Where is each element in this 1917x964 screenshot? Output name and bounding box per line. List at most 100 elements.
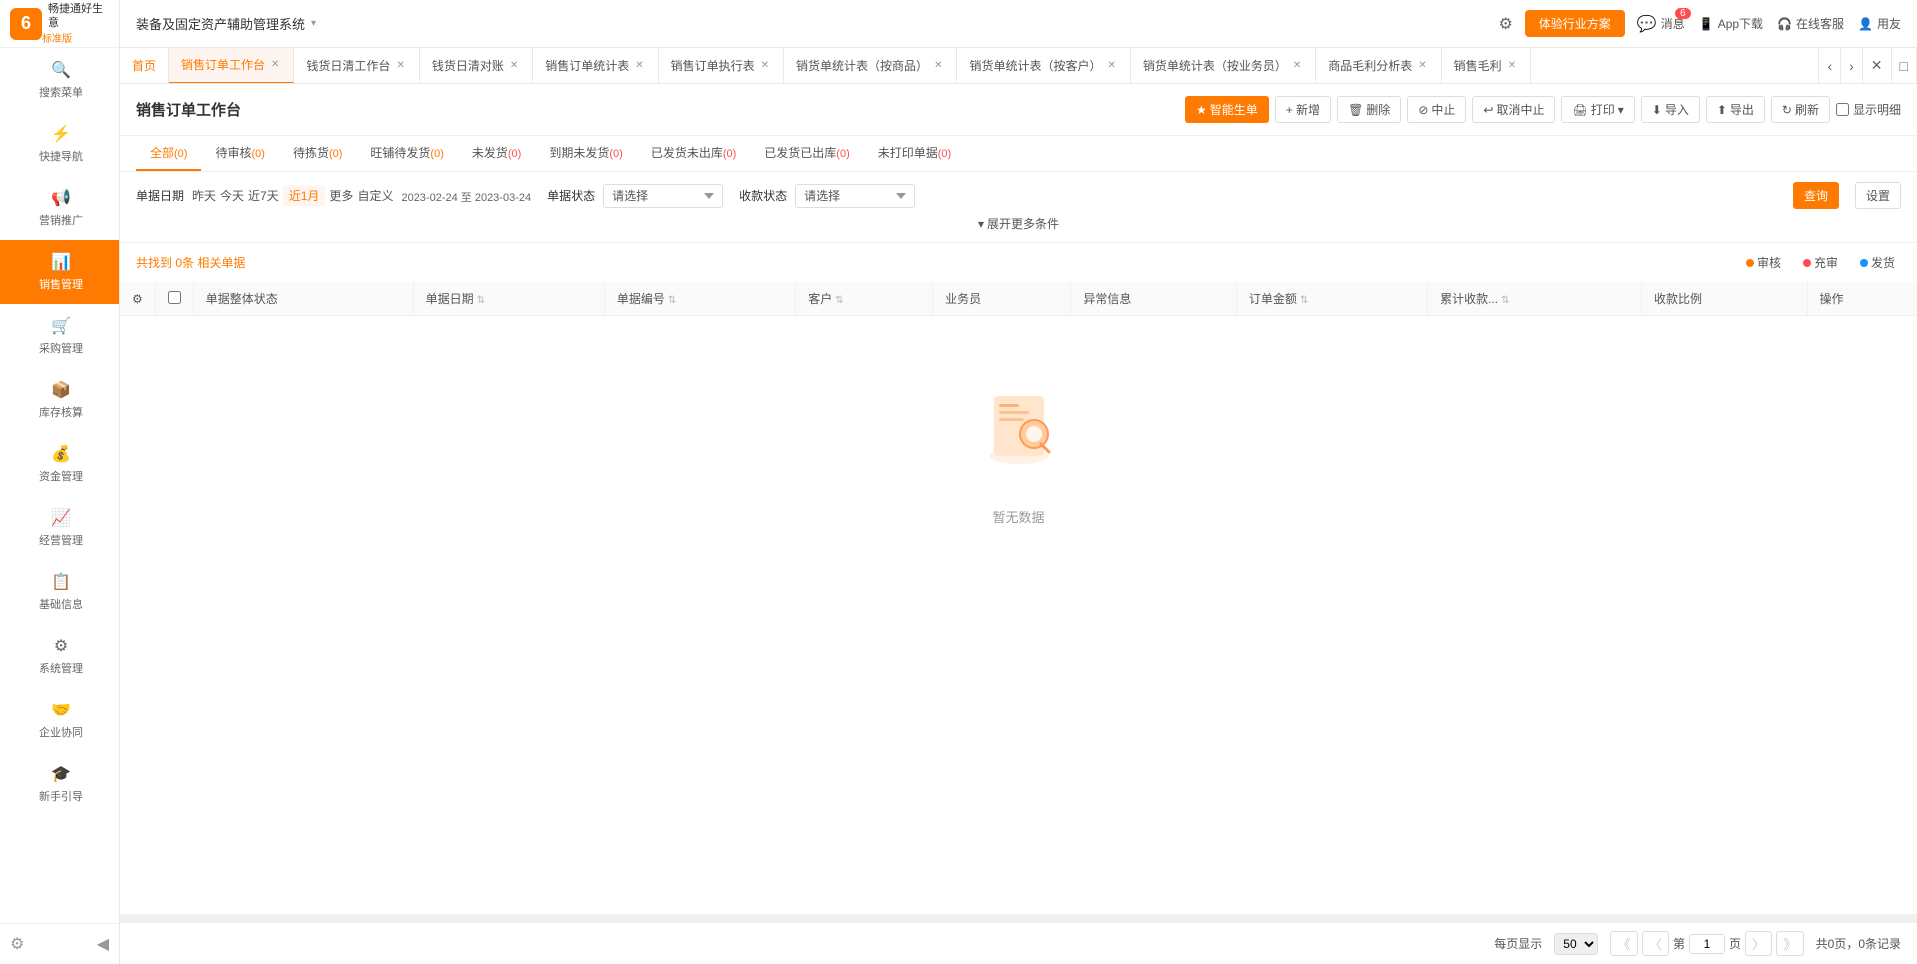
per-page-select[interactable]: 50 bbox=[1554, 933, 1598, 955]
table-action-review[interactable]: 审核 bbox=[1740, 251, 1787, 274]
tab-sales-execution[interactable]: 销售订单执行表✕ bbox=[659, 48, 784, 84]
sub-tab-wangpu-pending[interactable]: 旺铺待发货(0) bbox=[356, 136, 457, 171]
tab-shipment-stats-staff[interactable]: 销货单统计表（按业务员）✕ bbox=[1131, 48, 1316, 84]
tab-shipment-stats-customer[interactable]: 销货单统计表（按客户）✕ bbox=[957, 48, 1130, 84]
sidebar-item-basic-info[interactable]: 📋基础信息 bbox=[0, 560, 119, 624]
select-all-checkbox[interactable] bbox=[168, 291, 181, 304]
sidebar-item-operations[interactable]: 📈经营管理 bbox=[0, 496, 119, 560]
online-service-action[interactable]: 🎧 在线客服 bbox=[1777, 15, 1844, 32]
current-page-input[interactable] bbox=[1689, 934, 1725, 954]
col-header-date[interactable]: 单据日期⇅ bbox=[413, 282, 604, 316]
search-button[interactable]: 查询 bbox=[1793, 182, 1839, 209]
import-button[interactable]: ⬇ 导入 bbox=[1641, 96, 1700, 123]
sub-tab-not-printed[interactable]: 未打印单据(0) bbox=[864, 136, 965, 171]
sidebar-item-finance[interactable]: 💰资金管理 bbox=[0, 432, 119, 496]
sort-icon-customer[interactable]: ⇅ bbox=[835, 295, 843, 306]
sys-name-dropdown-icon[interactable]: ▾ bbox=[311, 18, 316, 29]
sub-tab-not-shipped[interactable]: 未发货(0) bbox=[458, 136, 535, 171]
header-gear-icon[interactable]: ⚙ bbox=[1498, 14, 1512, 34]
settings-icon[interactable]: ⚙ bbox=[10, 934, 24, 954]
import-label: 导入 bbox=[1665, 101, 1689, 118]
tab-cash-daily[interactable]: 钱货日清工作台✕ bbox=[294, 48, 419, 84]
sort-icon-number[interactable]: ⇅ bbox=[668, 295, 676, 306]
sidebar-item-inventory[interactable]: 📦库存核算 bbox=[0, 368, 119, 432]
sidebar-item-cooperation[interactable]: 🤝企业协同 bbox=[0, 688, 119, 752]
refresh-button[interactable]: ↻ 刷新 bbox=[1771, 96, 1830, 123]
date-shortcut-自定义[interactable]: 自定义 bbox=[357, 187, 393, 204]
table-action-ship[interactable]: 发货 bbox=[1854, 251, 1901, 274]
smart-create-button[interactable]: ★ 智能生单 bbox=[1185, 96, 1269, 123]
column-settings-icon[interactable]: ⚙ bbox=[132, 292, 143, 306]
sub-tab-shipped-not-in[interactable]: 已发货未出库(0) bbox=[637, 136, 750, 171]
sort-icon-received[interactable]: ⇅ bbox=[1501, 295, 1509, 306]
sidebar-item-sales[interactable]: 📊销售管理 bbox=[0, 240, 119, 304]
next-page-button[interactable]: 〉 bbox=[1745, 931, 1772, 956]
table-action-revoke[interactable]: 充审 bbox=[1797, 251, 1844, 274]
show-detail-checkbox[interactable] bbox=[1836, 103, 1849, 116]
tab-sales-workbench[interactable]: 销售订单工作台✕ bbox=[169, 48, 294, 84]
payment-select[interactable]: 请选择 bbox=[795, 184, 915, 208]
tab-close-sales-execution[interactable]: ✕ bbox=[759, 59, 771, 72]
tab-close-shipment-stats-customer[interactable]: ✕ bbox=[1105, 59, 1117, 72]
first-page-button[interactable]: 《 bbox=[1610, 931, 1637, 956]
settings-button[interactable]: 设置 bbox=[1855, 182, 1901, 209]
tab-home[interactable]: 首页 bbox=[120, 48, 169, 84]
new-button[interactable]: + 新增 bbox=[1275, 96, 1331, 123]
tab-close-shipment-stats-staff[interactable]: ✕ bbox=[1291, 59, 1303, 72]
tab-close-sales-profit[interactable]: ✕ bbox=[1506, 59, 1518, 72]
delete-button[interactable]: 🗑 删除 bbox=[1337, 96, 1401, 123]
collapse-icon[interactable]: ◀ bbox=[97, 934, 109, 954]
prev-tab-btn[interactable]: ‹ bbox=[1819, 48, 1841, 84]
expand-filter-button[interactable]: ▾ 展开更多条件 bbox=[978, 215, 1059, 232]
close-all-tab-btn[interactable]: ✕ bbox=[1863, 48, 1892, 84]
date-shortcut-更多[interactable]: 更多 bbox=[329, 187, 353, 204]
last-page-button[interactable]: 》 bbox=[1776, 931, 1803, 956]
col-header-number[interactable]: 单据编号⇅ bbox=[604, 282, 795, 316]
sidebar-item-purchase[interactable]: 🛒采购管理 bbox=[0, 304, 119, 368]
tab-close-cash-daily[interactable]: ✕ bbox=[394, 59, 406, 72]
status-select[interactable]: 请选择 bbox=[603, 184, 723, 208]
sort-icon-amount[interactable]: ⇅ bbox=[1300, 295, 1308, 306]
tab-product-margin[interactable]: 商品毛利分析表✕ bbox=[1316, 48, 1441, 84]
sidebar-item-guide[interactable]: 🎓新手引导 bbox=[0, 752, 119, 816]
suspend-button[interactable]: ⊘ 中止 bbox=[1407, 96, 1466, 123]
user-action[interactable]: 👤 用友 bbox=[1858, 15, 1901, 32]
date-shortcut-昨天[interactable]: 昨天 bbox=[192, 187, 216, 204]
prev-page-button[interactable]: 〈 bbox=[1642, 931, 1669, 956]
export-button[interactable]: ⬆ 导出 bbox=[1706, 96, 1765, 123]
sub-tab-pending-inspect[interactable]: 待拣货(0) bbox=[279, 136, 356, 171]
sidebar-item-quick-nav[interactable]: ⚡快捷导航 bbox=[0, 112, 119, 176]
date-shortcut-近1月[interactable]: 近1月 bbox=[283, 185, 326, 206]
next-tab-btn[interactable]: › bbox=[1841, 48, 1863, 84]
experience-button[interactable]: 体验行业方案 bbox=[1525, 10, 1625, 37]
tab-close-shipment-stats-product[interactable]: ✕ bbox=[932, 59, 944, 72]
sub-tab-overdue-not-shipped[interactable]: 到期未发货(0) bbox=[535, 136, 636, 171]
sub-tab-shipped-out[interactable]: 已发货已出库(0) bbox=[750, 136, 863, 171]
restore-tab-btn[interactable]: □ bbox=[1892, 48, 1917, 84]
tab-close-sales-workbench[interactable]: ✕ bbox=[269, 58, 281, 71]
app-download-action[interactable]: 📱 App下载 bbox=[1699, 15, 1763, 32]
date-shortcut-今天[interactable]: 今天 bbox=[220, 187, 244, 204]
tab-cash-reconcile[interactable]: 钱货日清对账✕ bbox=[420, 48, 533, 84]
tab-close-sales-stats[interactable]: ✕ bbox=[633, 59, 645, 72]
tab-sales-stats[interactable]: 销售订单统计表✕ bbox=[533, 48, 658, 84]
sidebar-item-search[interactable]: 🔍搜索菜单 bbox=[0, 48, 119, 112]
sub-tab-pending-review[interactable]: 待审核(0) bbox=[201, 136, 278, 171]
col-header-received[interactable]: 累计收款...⇅ bbox=[1428, 282, 1642, 316]
date-shortcut-近7天[interactable]: 近7天 bbox=[248, 187, 279, 204]
print-button[interactable]: 🖨 打印 ▾ bbox=[1561, 96, 1634, 123]
col-header-customer[interactable]: 客户⇅ bbox=[796, 282, 933, 316]
tab-shipment-stats-product[interactable]: 销货单统计表（按商品）✕ bbox=[784, 48, 957, 84]
show-detail-checkbox-wrap[interactable]: 显示明细 bbox=[1836, 101, 1901, 118]
tab-sales-profit[interactable]: 销售毛利✕ bbox=[1442, 48, 1531, 84]
horizontal-scrollbar[interactable] bbox=[120, 914, 1917, 922]
sort-icon-date[interactable]: ⇅ bbox=[477, 295, 485, 306]
col-header-amount[interactable]: 订单金额⇅ bbox=[1236, 282, 1427, 316]
sidebar-item-system[interactable]: ⚙系统管理 bbox=[0, 624, 119, 688]
sub-tab-all[interactable]: 全部(0) bbox=[136, 136, 201, 171]
tab-close-product-margin[interactable]: ✕ bbox=[1416, 59, 1428, 72]
tab-close-cash-reconcile[interactable]: ✕ bbox=[508, 59, 520, 72]
cancel-suspend-button[interactable]: ↩ 取消中止 bbox=[1472, 96, 1555, 123]
sidebar-item-marketing[interactable]: 📢营销推广 bbox=[0, 176, 119, 240]
message-action[interactable]: 💬 消息 6 bbox=[1637, 14, 1685, 34]
